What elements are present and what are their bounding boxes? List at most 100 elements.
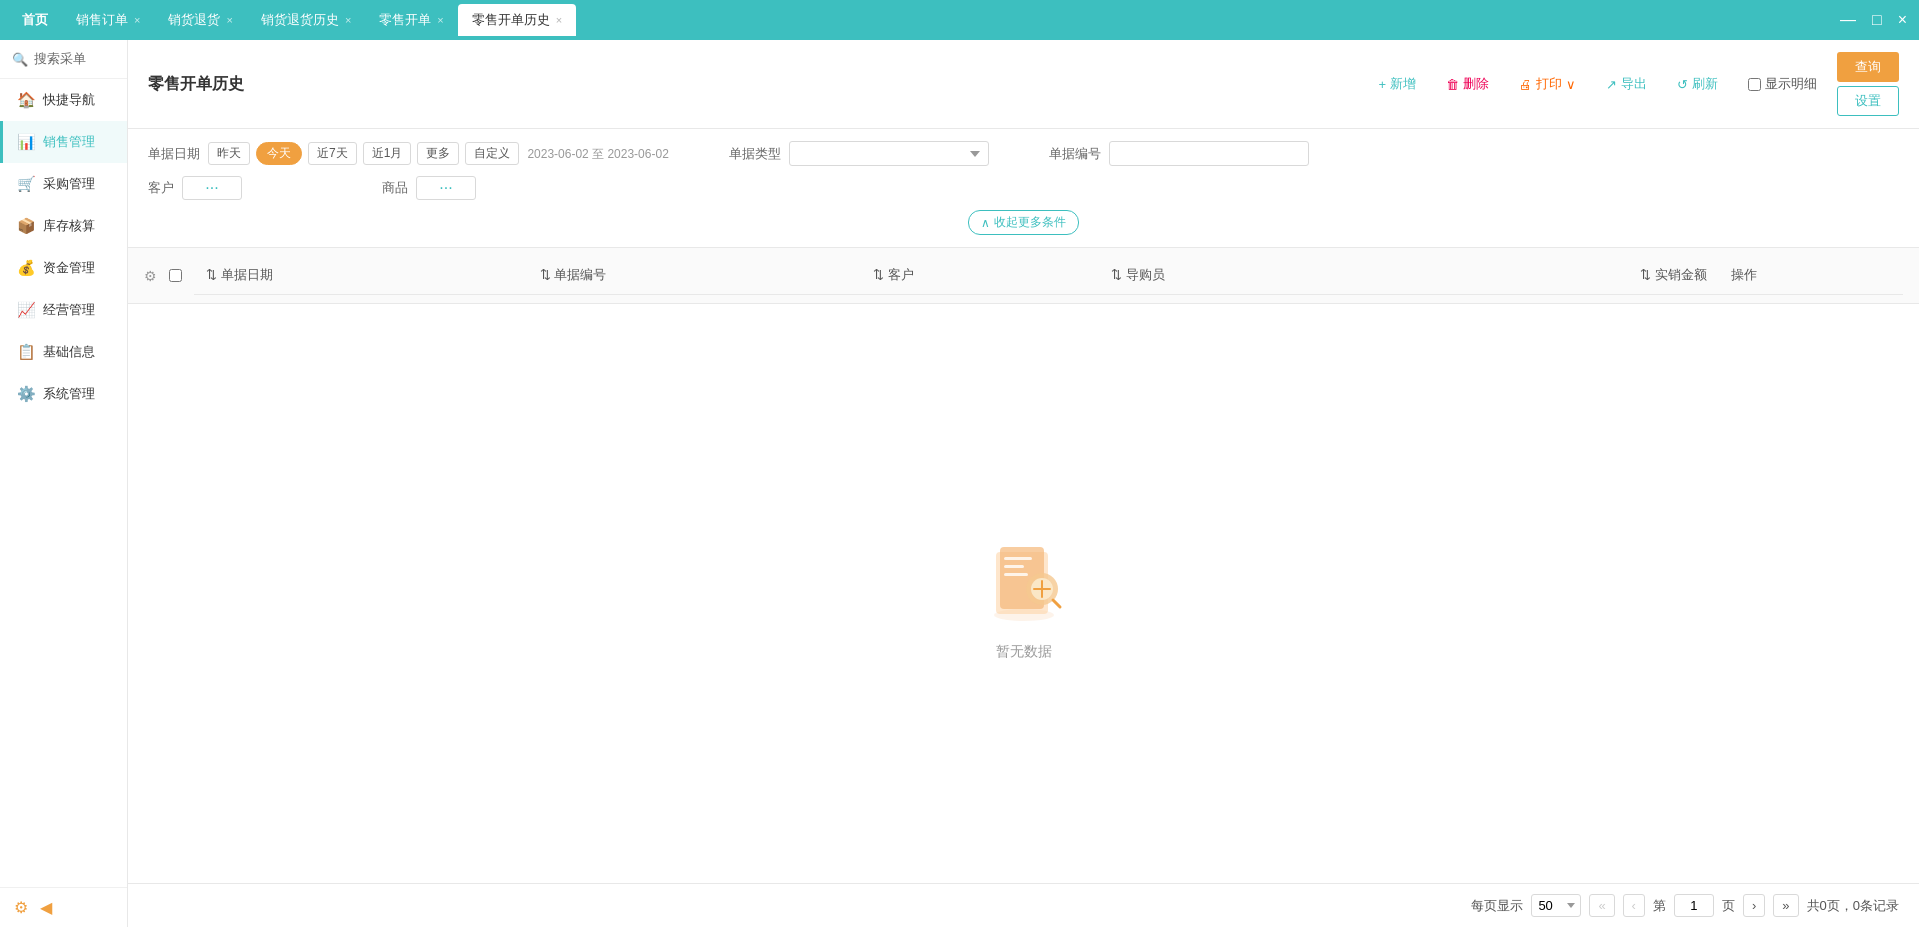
number-filter: 单据编号 — [1049, 141, 1309, 166]
show-detail-toggle[interactable]: 显示明细 — [1738, 70, 1827, 98]
col-salesperson: ⇅ 导购员 — [1099, 256, 1385, 295]
sidebar-item-operations[interactable]: 📈 经营管理 — [0, 289, 127, 331]
add-button[interactable]: + 新增 — [1368, 70, 1426, 98]
sidebar-item-purchase-label: 采购管理 — [43, 175, 95, 193]
col-amount: ⇅ 实销金额 — [1385, 256, 1719, 295]
sidebar-search[interactable]: 🔍 搜索采单 — [0, 40, 127, 79]
top-tabbar: 首页 销售订单 × 销货退货 × 销货退货历史 × 零售开单 × 零售开单历史 … — [0, 0, 1919, 40]
show-detail-label: 显示明细 — [1765, 75, 1817, 93]
setting-button[interactable]: 设置 — [1837, 86, 1899, 116]
tab-home[interactable]: 首页 — [8, 4, 62, 36]
sidebar-item-purchase[interactable]: 🛒 采购管理 — [0, 163, 127, 205]
sales-icon: 📊 — [17, 133, 35, 151]
customer-select-btn[interactable]: ··· — [182, 176, 242, 200]
date-1month-btn[interactable]: 近1月 — [363, 142, 412, 165]
sidebar-item-inventory-label: 库存核算 — [43, 217, 95, 235]
date-7days-btn[interactable]: 近7天 — [308, 142, 357, 165]
pagination: 每页显示 50 10 20 100 « ‹ 第 页 › » 共0页，0条记录 — [128, 883, 1919, 927]
tab-sales-order-close[interactable]: × — [134, 14, 140, 26]
date-today-btn[interactable]: 今天 — [256, 142, 302, 165]
delete-button[interactable]: 🗑 删除 — [1436, 70, 1499, 98]
next-page-btn[interactable]: › — [1743, 894, 1765, 917]
print-arrow-icon: ∨ — [1566, 77, 1576, 92]
sidebar: 🔍 搜索采单 🏠 快捷导航 📊 销售管理 🛒 采购管理 📦 库存核算 💰 资金管… — [0, 40, 128, 927]
sidebar-settings-icon[interactable]: ⚙ — [14, 898, 28, 917]
refresh-label: 刷新 — [1692, 75, 1718, 93]
sidebar-item-finance[interactable]: 💰 资金管理 — [0, 247, 127, 289]
per-page-select[interactable]: 50 10 20 100 — [1531, 894, 1581, 917]
sidebar-item-basic-info-label: 基础信息 — [43, 343, 95, 361]
tab-retail[interactable]: 零售开单 × — [365, 4, 457, 36]
sidebar-item-inventory[interactable]: 📦 库存核算 — [0, 205, 127, 247]
tab-return-history-label: 销货退货历史 — [261, 11, 339, 29]
window-close-icon[interactable]: × — [1894, 7, 1911, 33]
page-header: 零售开单历史 + 新增 🗑 删除 🖨 打印 ∨ ↗ 导出 — [128, 40, 1919, 129]
export-icon: ↗ — [1606, 77, 1617, 92]
date-label: 单据日期 — [148, 145, 200, 163]
sidebar-item-operations-label: 经营管理 — [43, 301, 95, 319]
inventory-icon: 📦 — [17, 217, 35, 235]
export-button[interactable]: ↗ 导出 — [1596, 70, 1657, 98]
sidebar-item-sales-label: 销售管理 — [43, 133, 95, 151]
first-page-btn[interactable]: « — [1589, 894, 1614, 917]
empty-text: 暂无数据 — [996, 643, 1052, 661]
tab-retail-history[interactable]: 零售开单历史 × — [458, 4, 576, 36]
number-label: 单据编号 — [1049, 145, 1101, 163]
number-input[interactable] — [1109, 141, 1309, 166]
delete-icon: 🗑 — [1446, 77, 1459, 92]
empty-illustration — [974, 527, 1074, 627]
print-label: 打印 — [1536, 75, 1562, 93]
filter-row-2: 客户 ··· 商品 ··· — [148, 176, 1899, 200]
page-prefix: 第 — [1653, 897, 1666, 915]
operations-icon: 📈 — [17, 301, 35, 319]
col-customer: ⇅ 客户 — [861, 256, 1099, 295]
tab-return-history-close[interactable]: × — [345, 14, 351, 26]
tab-sales-order[interactable]: 销售订单 × — [62, 4, 154, 36]
tab-return-close[interactable]: × — [226, 14, 232, 26]
refresh-button[interactable]: ↺ 刷新 — [1667, 70, 1728, 98]
export-label: 导出 — [1621, 75, 1647, 93]
home-icon: 🏠 — [17, 91, 35, 109]
tab-retail-close[interactable]: × — [437, 14, 443, 26]
date-quick-btns: 昨天 今天 近7天 近1月 更多 自定义 — [208, 142, 519, 165]
goods-select-btn[interactable]: ··· — [416, 176, 476, 200]
tab-return[interactable]: 销货退货 × — [154, 4, 246, 36]
sidebar-item-quick-nav[interactable]: 🏠 快捷导航 — [0, 79, 127, 121]
print-button[interactable]: 🖨 打印 ∨ — [1509, 70, 1586, 98]
table-container: ⚙ ⇅ 单据日期 ⇅ 单据编号 ⇅ 客户 — [128, 248, 1919, 927]
sidebar-item-basic-info[interactable]: 📋 基础信息 — [0, 331, 127, 373]
sidebar-footer: ⚙ ◀ — [0, 887, 127, 927]
tab-return-history[interactable]: 销货退货历史 × — [247, 4, 365, 36]
query-button[interactable]: 查询 — [1837, 52, 1899, 82]
date-filter: 单据日期 昨天 今天 近7天 近1月 更多 自定义 2023-06-02 至 2… — [148, 142, 669, 165]
collapse-button[interactable]: ∧ 收起更多条件 — [968, 210, 1079, 235]
date-yesterday-btn[interactable]: 昨天 — [208, 142, 250, 165]
type-filter: 单据类型 — [729, 141, 989, 166]
add-label: 新增 — [1390, 75, 1416, 93]
prev-page-btn[interactable]: ‹ — [1623, 894, 1645, 917]
date-custom-btn[interactable]: 自定义 — [465, 142, 519, 165]
table-config-icon[interactable]: ⚙ — [144, 268, 157, 284]
collapse-icon: ∧ — [981, 216, 990, 230]
tab-retail-history-close[interactable]: × — [556, 14, 562, 26]
page-input[interactable] — [1674, 894, 1714, 917]
sidebar-item-system[interactable]: ⚙️ 系统管理 — [0, 373, 127, 415]
window-minimize-icon[interactable]: — — [1836, 7, 1860, 33]
select-all-checkbox[interactable] — [169, 269, 182, 282]
last-page-btn[interactable]: » — [1773, 894, 1798, 917]
col-salesperson-label: ⇅ 导购员 — [1111, 267, 1165, 282]
finance-icon: 💰 — [17, 259, 35, 277]
window-maximize-icon[interactable]: □ — [1868, 7, 1886, 33]
sidebar-item-quick-nav-label: 快捷导航 — [43, 91, 95, 109]
col-action-label: 操作 — [1731, 267, 1757, 282]
col-date-label: ⇅ 单据日期 — [206, 267, 273, 282]
refresh-icon: ↺ — [1677, 77, 1688, 92]
sidebar-search-label: 搜索采单 — [34, 50, 86, 68]
show-detail-checkbox[interactable] — [1748, 78, 1761, 91]
tab-retail-history-label: 零售开单历史 — [472, 11, 550, 29]
empty-state: 暂无数据 — [128, 304, 1919, 883]
sidebar-collapse-icon[interactable]: ◀ — [40, 898, 52, 917]
date-more-btn[interactable]: 更多 — [417, 142, 459, 165]
type-select[interactable] — [789, 141, 989, 166]
sidebar-item-sales[interactable]: 📊 销售管理 — [0, 121, 127, 163]
